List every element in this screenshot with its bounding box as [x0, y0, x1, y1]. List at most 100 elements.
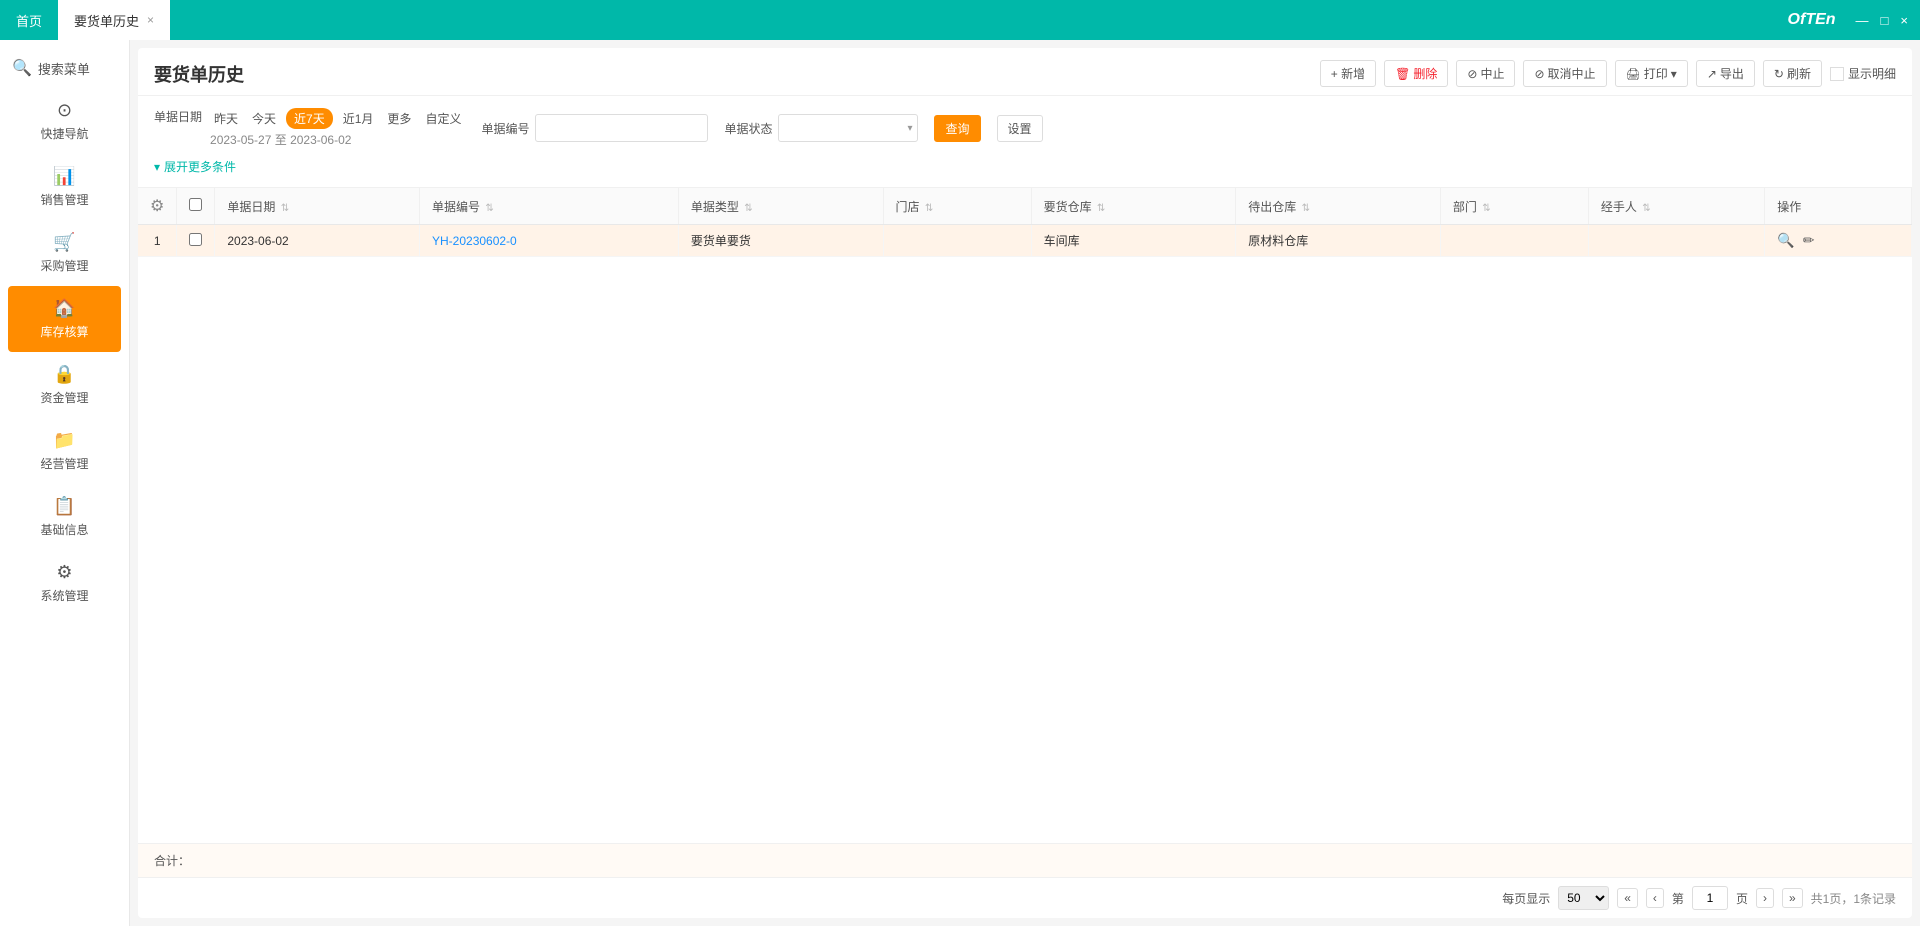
- col-from-wh-label: 要货仓库: [1044, 200, 1092, 214]
- sidebar-search[interactable]: 🔍 搜索菜单: [0, 48, 129, 88]
- last-page-btn[interactable]: »: [1782, 888, 1803, 908]
- col-handler-label: 经手人: [1601, 200, 1637, 214]
- query-button[interactable]: 查询: [934, 115, 980, 142]
- order-no-input[interactable]: [535, 114, 708, 142]
- date-opt-yesterday[interactable]: 昨天: [210, 108, 242, 129]
- first-page-btn[interactable]: «: [1617, 888, 1638, 908]
- col-type-header: 单据类型 ⇅: [678, 188, 883, 225]
- sidebar-item-finance[interactable]: 🔒 资金管理: [0, 352, 129, 418]
- date-opt-today[interactable]: 今天: [248, 108, 280, 129]
- cancel-stop-icon: ⊘: [1534, 67, 1544, 81]
- row-type: 要货单要货: [678, 225, 883, 257]
- date-opts-row: 昨天 今天 近7天 近1月 更多 自定义: [210, 108, 465, 129]
- window-controls: OfTEn — □ ×: [1788, 11, 1920, 29]
- sidebar-item-inventory-label: 库存核算: [40, 323, 88, 340]
- col-from-wh-header: 要货仓库 ⇅: [1031, 188, 1236, 225]
- status-select-wrapper: [778, 114, 918, 142]
- stop-button[interactable]: ⊘ 中止: [1456, 60, 1515, 87]
- select-all-checkbox[interactable]: [189, 198, 202, 211]
- order-no-label: 单据编号: [481, 120, 529, 137]
- row-no-link[interactable]: YH-20230602-0: [432, 234, 517, 248]
- order-no-filter: 单据编号: [481, 114, 708, 142]
- date-opt-custom[interactable]: 自定义: [421, 108, 465, 129]
- settings-button[interactable]: 设置: [997, 115, 1043, 142]
- col-type-sort[interactable]: ⇅: [744, 203, 752, 214]
- pagination-bar: 每页显示 50 20 100 « ‹ 第 页 › » 共1页，1条记录: [138, 877, 1912, 918]
- sidebar-item-shortcut-label: 快捷导航: [40, 125, 88, 142]
- sidebar-item-basic[interactable]: 📋 基础信息: [0, 484, 129, 550]
- col-store-sort[interactable]: ⇅: [925, 203, 933, 214]
- col-date-sort[interactable]: ⇅: [281, 203, 289, 214]
- display-checkbox[interactable]: [1830, 67, 1844, 81]
- page-input[interactable]: [1692, 886, 1728, 910]
- delete-button[interactable]: 🗑 删除: [1384, 60, 1448, 87]
- sidebar-item-inventory[interactable]: 🏠 库存核算: [8, 286, 121, 352]
- date-options: 昨天 今天 近7天 近1月 更多 自定义 2023-05-27 至 2023-0…: [210, 108, 465, 148]
- row-to-wh: 原材料仓库: [1236, 225, 1441, 257]
- sidebar-item-finance-label: 资金管理: [40, 389, 88, 406]
- inventory-icon: 🏠: [53, 298, 75, 319]
- row-actions: 🔍 ✏: [1777, 232, 1899, 249]
- col-to-wh-sort[interactable]: ⇅: [1302, 203, 1310, 214]
- new-button[interactable]: + 新增: [1320, 60, 1376, 87]
- sidebar-item-system-label: 系统管理: [40, 587, 88, 604]
- sidebar: 🔍 搜索菜单 ⊙ 快捷导航 📊 销售管理 🛒 采购管理 🏠 库存核算 🔒 资金管…: [0, 40, 130, 926]
- page-jump-prefix: 第: [1672, 890, 1684, 907]
- print-button[interactable]: 🖨 打印 ▾: [1615, 60, 1688, 87]
- status-filter: 单据状态: [724, 114, 918, 142]
- export-label: 导出: [1720, 65, 1744, 82]
- col-store-label: 门店: [896, 200, 920, 214]
- system-icon: ⚙: [56, 562, 72, 583]
- col-no-sort[interactable]: ⇅: [485, 203, 493, 214]
- date-opt-1month[interactable]: 近1月: [339, 108, 378, 129]
- col-settings-icon[interactable]: ⚙: [150, 198, 164, 215]
- col-handler-sort[interactable]: ⇅: [1642, 203, 1650, 214]
- cancel-stop-label: 取消中止: [1548, 65, 1596, 82]
- next-page-btn[interactable]: ›: [1756, 888, 1774, 908]
- summary-label: 合计：: [154, 852, 190, 869]
- row-date: 2023-06-02: [215, 225, 420, 257]
- page-size-select[interactable]: 50 20 100: [1558, 886, 1609, 910]
- shortcut-icon: ⊙: [57, 100, 72, 121]
- col-no-label: 单据编号: [432, 200, 480, 214]
- tab-close-icon[interactable]: ×: [147, 13, 154, 27]
- sidebar-search-label: 搜索菜单: [38, 59, 90, 78]
- sidebar-item-purchase[interactable]: 🛒 采购管理: [0, 220, 129, 286]
- col-date-label: 单据日期: [227, 200, 275, 214]
- sidebar-item-sales-label: 销售管理: [40, 191, 88, 208]
- row-edit-btn[interactable]: ✏: [1803, 232, 1815, 249]
- sidebar-item-system[interactable]: ⚙ 系统管理: [0, 550, 129, 616]
- sidebar-item-shortcut[interactable]: ⊙ 快捷导航: [0, 88, 129, 154]
- purchase-icon: 🛒: [53, 232, 75, 253]
- sidebar-item-operation[interactable]: 📁 经营管理: [0, 418, 129, 484]
- table-footer: 合计：: [138, 843, 1912, 877]
- page-header: 要货单历史 + 新增 🗑 删除 ⊘ 中止 ⊘ 取消中止: [138, 48, 1912, 96]
- export-icon: ↗: [1707, 67, 1717, 81]
- col-settings: ⚙: [138, 188, 177, 225]
- row-checkbox[interactable]: [189, 233, 202, 246]
- tab-purchase-history[interactable]: 要货单历史 ×: [58, 0, 170, 40]
- col-no-header: 单据编号 ⇅: [420, 188, 679, 225]
- maximize-button[interactable]: □: [1881, 13, 1889, 28]
- minimize-button[interactable]: —: [1856, 13, 1869, 28]
- content-inner: 要货单历史 + 新增 🗑 删除 ⊘ 中止 ⊘ 取消中止: [138, 48, 1912, 918]
- date-opt-7days[interactable]: 近7天: [286, 108, 333, 129]
- display-detail-toggle[interactable]: 显示明细: [1830, 65, 1896, 82]
- refresh-button[interactable]: ↻ 刷新: [1763, 60, 1822, 87]
- close-button[interactable]: ×: [1900, 13, 1908, 28]
- date-opt-more[interactable]: 更多: [383, 108, 415, 129]
- sidebar-item-sales[interactable]: 📊 销售管理: [0, 154, 129, 220]
- tab-home[interactable]: 首页: [0, 0, 58, 40]
- col-dept-sort[interactable]: ⇅: [1482, 203, 1490, 214]
- cancel-stop-button[interactable]: ⊘ 取消中止: [1523, 60, 1606, 87]
- export-button[interactable]: ↗ 导出: [1696, 60, 1755, 87]
- expand-more-btn[interactable]: ▾ 展开更多条件: [154, 154, 1896, 179]
- refresh-icon: ↻: [1774, 67, 1784, 81]
- col-to-wh-header: 待出仓库 ⇅: [1236, 188, 1441, 225]
- filter-row-1: 单据日期 昨天 今天 近7天 近1月 更多 自定义 2023-05-27 至 2…: [154, 108, 1896, 148]
- row-view-btn[interactable]: 🔍: [1777, 232, 1794, 249]
- col-from-wh-sort[interactable]: ⇅: [1097, 203, 1105, 214]
- prev-page-btn[interactable]: ‹: [1646, 888, 1664, 908]
- status-select[interactable]: [778, 114, 918, 142]
- tab-bar: 首页 要货单历史 ×: [0, 0, 170, 40]
